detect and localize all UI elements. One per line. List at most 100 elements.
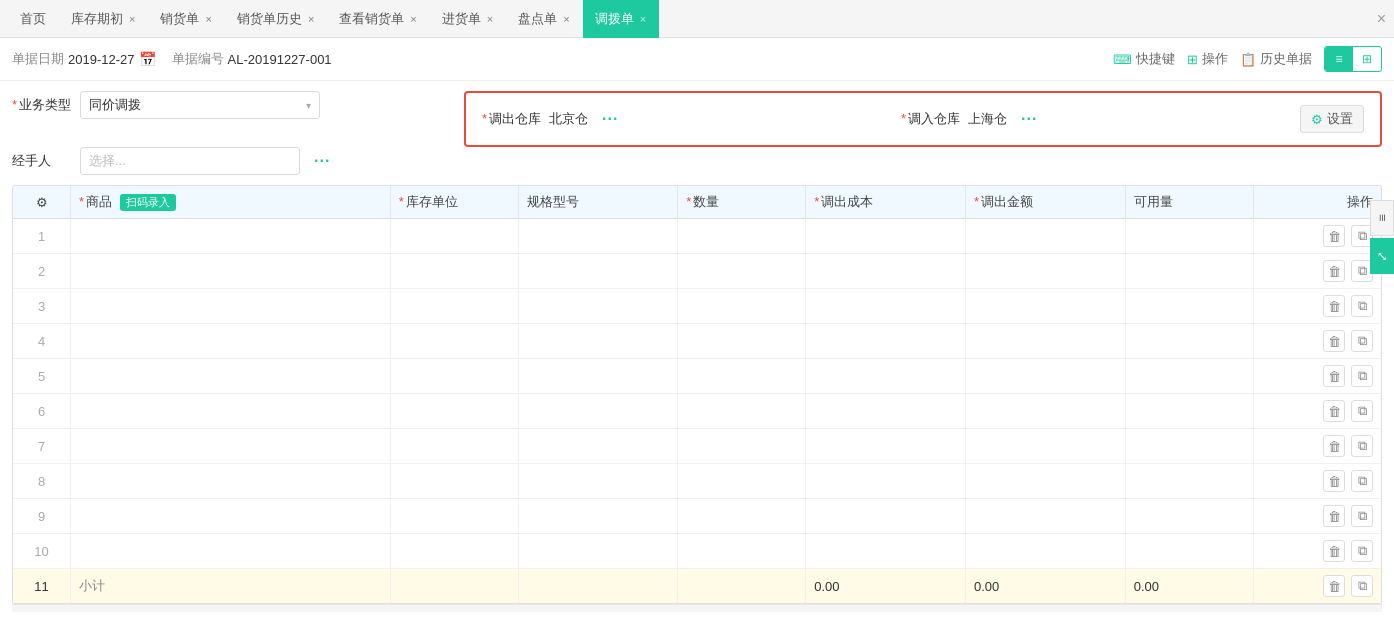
row-copy-button-8[interactable]: ⧉ bbox=[1351, 470, 1373, 492]
calendar-icon[interactable]: 📅 bbox=[139, 51, 156, 67]
row-goods-cell-4 bbox=[71, 324, 391, 359]
row-unit-cell-7 bbox=[390, 429, 518, 464]
row-available-cell-3 bbox=[1125, 289, 1253, 324]
th-unit: *库存单位 bbox=[390, 186, 518, 219]
layout-list-button[interactable]: ≡ bbox=[1325, 47, 1353, 71]
row-copy-button-6[interactable]: ⧉ bbox=[1351, 400, 1373, 422]
shortcuts-button[interactable]: ⌨ 快捷键 bbox=[1113, 50, 1175, 68]
th-spec: 规格型号 bbox=[518, 186, 678, 219]
row-delete-button-3[interactable]: 🗑 bbox=[1323, 295, 1345, 317]
row-spec-cell-1 bbox=[518, 219, 678, 254]
row-num-9: 9 bbox=[13, 499, 71, 534]
row-copy-button-5[interactable]: ⧉ bbox=[1351, 365, 1373, 387]
row-delete-button-1[interactable]: 🗑 bbox=[1323, 225, 1345, 247]
horizontal-scrollbar[interactable] bbox=[12, 604, 1382, 612]
tab-transfer[interactable]: 调拨单 × bbox=[583, 0, 659, 38]
row-copy-button-4[interactable]: ⧉ bbox=[1351, 330, 1373, 352]
row-delete-button-4[interactable]: 🗑 bbox=[1323, 330, 1345, 352]
row-copy-button-9[interactable]: ⧉ bbox=[1351, 505, 1373, 527]
row-delete-button-10[interactable]: 🗑 bbox=[1323, 540, 1345, 562]
settings-button[interactable]: ⚙ 设置 bbox=[1300, 105, 1364, 133]
subtotal-cost-cell: 0.00 bbox=[806, 569, 966, 604]
subtotal-unit-cell bbox=[390, 569, 518, 604]
row-ops-cell-9: 🗑 ⧉ bbox=[1253, 499, 1381, 534]
row-amount-cell-7 bbox=[965, 429, 1125, 464]
row-amount-cell-5 bbox=[965, 359, 1125, 394]
tab-purchase-close[interactable]: × bbox=[487, 13, 493, 25]
th-gear[interactable]: ⚙ bbox=[13, 186, 71, 219]
right-float-panel: ≡ ⤢ bbox=[1370, 200, 1394, 274]
tab-view-sales-close[interactable]: × bbox=[410, 13, 416, 25]
th-unit-star: * bbox=[399, 194, 404, 209]
row-spec-cell-2 bbox=[518, 254, 678, 289]
row-delete-button-6[interactable]: 🗑 bbox=[1323, 400, 1345, 422]
form-left: *业务类型 同价调拨 ▾ bbox=[12, 91, 452, 129]
row-unit-cell-1 bbox=[390, 219, 518, 254]
handler-placeholder: 选择... bbox=[89, 152, 291, 170]
row-qty-cell-5 bbox=[678, 359, 806, 394]
float-list-button[interactable]: ≡ bbox=[1370, 200, 1394, 236]
tab-sales-history-label: 销货单历史 bbox=[237, 10, 302, 28]
tab-sales-order[interactable]: 销货单 × bbox=[148, 0, 224, 38]
handler-more-button[interactable]: ··· bbox=[314, 152, 330, 170]
th-qty: *数量 bbox=[678, 186, 806, 219]
row-copy-button-7[interactable]: ⧉ bbox=[1351, 435, 1373, 457]
window-close-button[interactable]: × bbox=[1377, 10, 1386, 28]
row-copy-button-10[interactable]: ⧉ bbox=[1351, 540, 1373, 562]
row-delete-button-11[interactable]: 🗑 bbox=[1323, 575, 1345, 597]
float-expand-button[interactable]: ⤢ bbox=[1370, 238, 1394, 274]
tab-sales-history[interactable]: 销货单历史 × bbox=[225, 0, 327, 38]
row-cost-cell-9 bbox=[806, 499, 966, 534]
row-amount-cell-10 bbox=[965, 534, 1125, 569]
tab-inventory-init-close[interactable]: × bbox=[129, 13, 135, 25]
row-num-6: 6 bbox=[13, 394, 71, 429]
tab-inventory[interactable]: 盘点单 × bbox=[506, 0, 582, 38]
tab-sales-order-close[interactable]: × bbox=[205, 13, 211, 25]
layout-grid-button[interactable]: ⊞ bbox=[1353, 47, 1381, 71]
row-cost-cell-1 bbox=[806, 219, 966, 254]
tab-sales-history-close[interactable]: × bbox=[308, 13, 314, 25]
row-spec-cell-5 bbox=[518, 359, 678, 394]
row-delete-button-8[interactable]: 🗑 bbox=[1323, 470, 1345, 492]
biz-type-select[interactable]: 同价调拨 ▾ bbox=[80, 91, 320, 119]
scan-entry-button[interactable]: 扫码录入 bbox=[120, 194, 176, 211]
tab-inventory-init[interactable]: 库存期初 × bbox=[59, 0, 148, 38]
row-delete-button-5[interactable]: 🗑 bbox=[1323, 365, 1345, 387]
row-goods-cell-5 bbox=[71, 359, 391, 394]
history-button[interactable]: 📋 历史单据 bbox=[1240, 50, 1312, 68]
tab-purchase-label: 进货单 bbox=[442, 10, 481, 28]
handler-select[interactable]: 选择... bbox=[80, 147, 300, 175]
operations-button[interactable]: ⊞ 操作 bbox=[1187, 50, 1228, 68]
warehouse-out-more-button[interactable]: ··· bbox=[602, 110, 618, 128]
row-unit-cell-4 bbox=[390, 324, 518, 359]
row-goods-cell-9 bbox=[71, 499, 391, 534]
row-amount-cell-1 bbox=[965, 219, 1125, 254]
row-ops-cell-4: 🗑 ⧉ bbox=[1253, 324, 1381, 359]
tab-inventory-close[interactable]: × bbox=[563, 13, 569, 25]
tab-home[interactable]: 首页 bbox=[8, 0, 59, 38]
row-unit-cell-5 bbox=[390, 359, 518, 394]
row-delete-button-2[interactable]: 🗑 bbox=[1323, 260, 1345, 282]
tab-transfer-close[interactable]: × bbox=[640, 13, 646, 25]
tab-view-sales[interactable]: 查看销货单 × bbox=[327, 0, 429, 38]
row-cost-cell-4 bbox=[806, 324, 966, 359]
row-num-5: 5 bbox=[13, 359, 71, 394]
table-row: 5 🗑 ⧉ bbox=[13, 359, 1381, 394]
row-num-4: 4 bbox=[13, 324, 71, 359]
tab-inventory-label: 盘点单 bbox=[518, 10, 557, 28]
row-amount-cell-3 bbox=[965, 289, 1125, 324]
subtotal-amount-cell: 0.00 bbox=[965, 569, 1125, 604]
row-spec-cell-3 bbox=[518, 289, 678, 324]
row-amount-cell-6 bbox=[965, 394, 1125, 429]
subtotal-spec-cell bbox=[518, 569, 678, 604]
date-field: 单据日期 2019-12-27 📅 bbox=[12, 50, 156, 68]
table-row: 1 🗑 ⧉ bbox=[13, 219, 1381, 254]
row-ops-cell-10: 🗑 ⧉ bbox=[1253, 534, 1381, 569]
tab-purchase[interactable]: 进货单 × bbox=[430, 0, 506, 38]
row-copy-button-11[interactable]: ⧉ bbox=[1351, 575, 1373, 597]
warehouse-out-star: * bbox=[482, 111, 487, 126]
row-delete-button-9[interactable]: 🗑 bbox=[1323, 505, 1345, 527]
row-copy-button-3[interactable]: ⧉ bbox=[1351, 295, 1373, 317]
row-delete-button-7[interactable]: 🗑 bbox=[1323, 435, 1345, 457]
warehouse-in-more-button[interactable]: ··· bbox=[1021, 110, 1037, 128]
